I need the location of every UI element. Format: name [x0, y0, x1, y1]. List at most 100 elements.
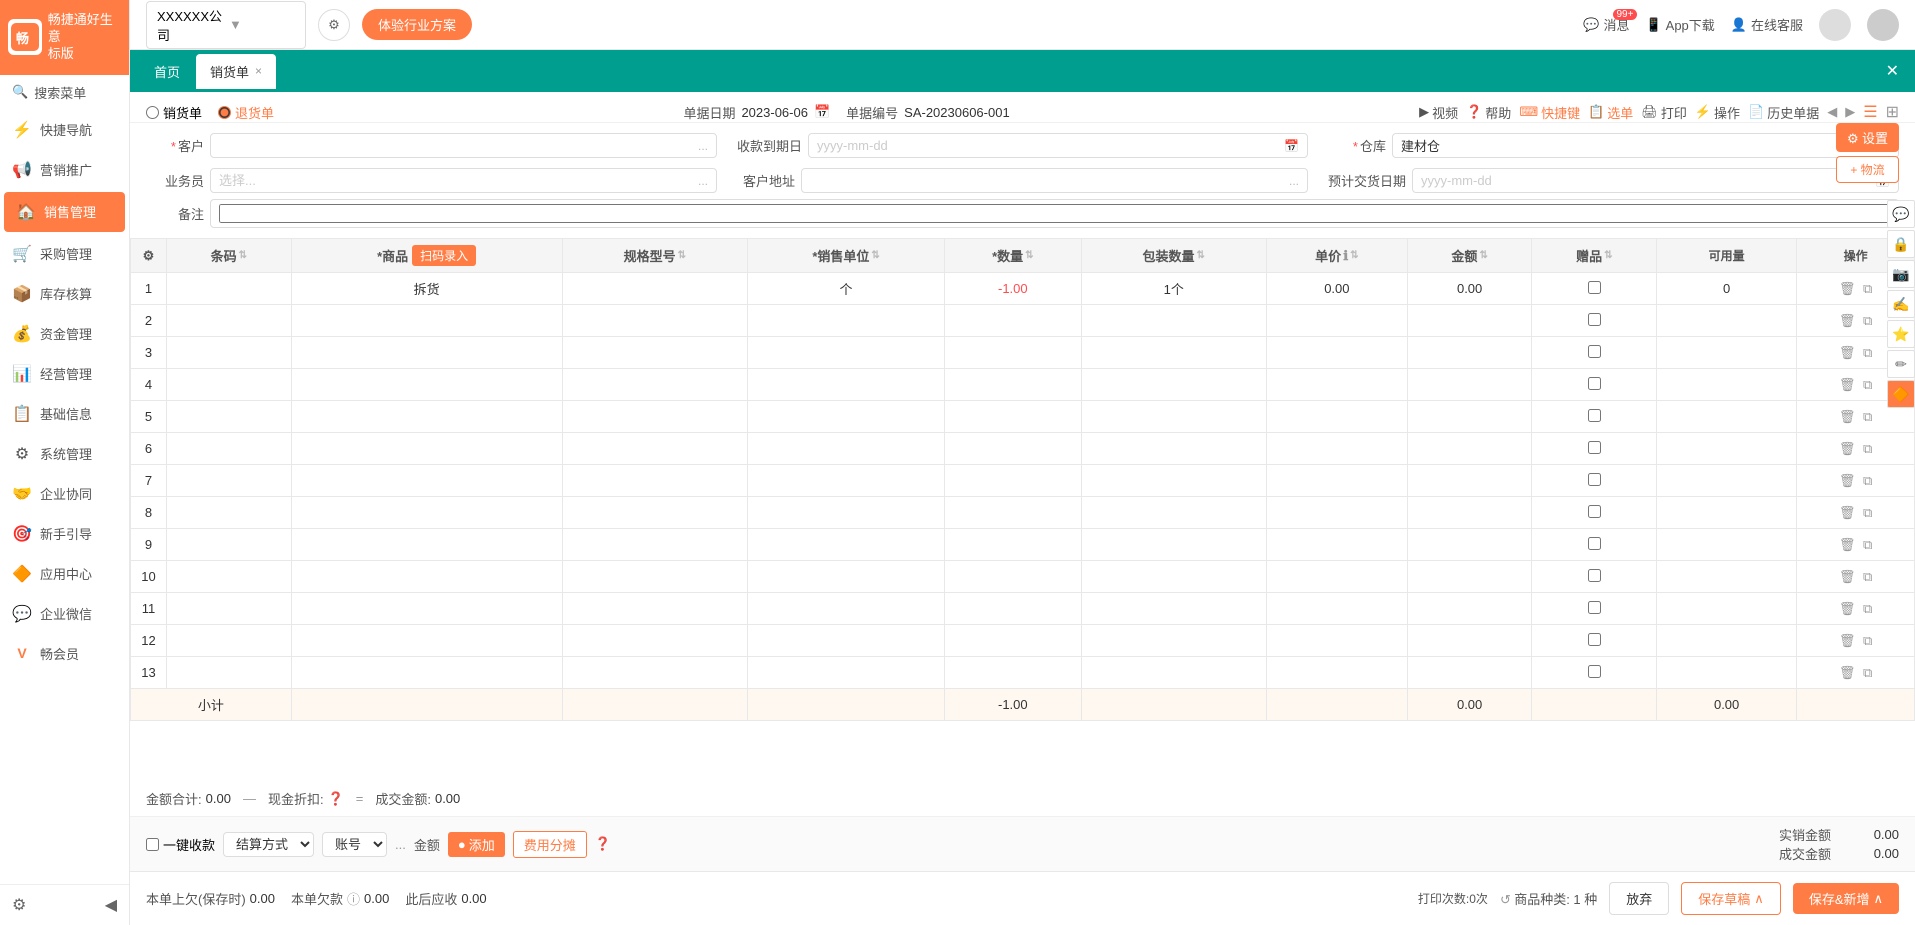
addr-ellipsis[interactable]: ... [1289, 174, 1299, 188]
row-spec[interactable] [562, 465, 747, 497]
fenyong-button[interactable]: 费用分摊 [513, 831, 587, 858]
sidebar-item-system[interactable]: ⚙ 系统管理 [0, 434, 129, 474]
sidebar-item-sales[interactable]: 🏠 销售管理 [4, 192, 125, 232]
row-qty[interactable] [945, 433, 1081, 465]
float-chat-btn[interactable]: 💬 [1887, 200, 1915, 228]
row-pkg-qty[interactable] [1081, 369, 1266, 401]
row-pkg-qty[interactable] [1081, 561, 1266, 593]
delete-icon[interactable]: 🗑 [1839, 345, 1856, 360]
abandon-button[interactable]: 放弃 [1609, 882, 1669, 915]
row-amount[interactable]: 0.00 [1407, 273, 1532, 305]
collapse-icon[interactable]: ◀ [105, 895, 117, 915]
delete-icon[interactable]: 🗑 [1839, 409, 1856, 424]
customer-input[interactable] [219, 138, 698, 153]
customer-input-wrap[interactable]: ... [210, 133, 717, 158]
copy-icon[interactable]: ⧉ [1863, 441, 1872, 456]
row-pkg-qty[interactable] [1081, 433, 1266, 465]
save-draft-button[interactable]: 保存草稿 ∧ [1681, 882, 1781, 915]
select-action[interactable]: 📋 选单 [1588, 103, 1633, 122]
copy-icon[interactable]: ⧉ [1863, 665, 1872, 680]
row-product[interactable] [291, 625, 562, 657]
row-product[interactable] [291, 529, 562, 561]
row-spec[interactable] [562, 529, 747, 561]
row-barcode[interactable] [167, 433, 292, 465]
row-gift[interactable] [1532, 401, 1657, 433]
sidebar-item-purchase[interactable]: 🛒 采购管理 [0, 234, 129, 274]
row-barcode[interactable] [167, 657, 292, 689]
row-unit-price[interactable] [1266, 369, 1407, 401]
row-gift[interactable] [1532, 369, 1657, 401]
row-pkg-qty[interactable]: 1个 [1081, 273, 1266, 305]
row-gift[interactable] [1532, 433, 1657, 465]
list-view-icon[interactable]: ☰ [1863, 102, 1877, 122]
shortcut-action[interactable]: ⌨ 快捷键 [1519, 103, 1580, 122]
row-qty[interactable] [945, 305, 1081, 337]
sidebar-item-inventory[interactable]: 📦 库存核算 [0, 274, 129, 314]
row-unit[interactable] [747, 561, 944, 593]
copy-icon[interactable]: ⧉ [1863, 345, 1872, 360]
row-product[interactable] [291, 561, 562, 593]
row-pkg-qty[interactable] [1081, 401, 1266, 433]
row-spec[interactable] [562, 305, 747, 337]
delete-icon[interactable]: 🗑 [1839, 377, 1856, 392]
row-spec[interactable] [562, 433, 747, 465]
row-unit-price[interactable] [1266, 305, 1407, 337]
avatar2[interactable] [1867, 9, 1899, 41]
help-action[interactable]: ❓ 帮助 [1466, 103, 1511, 122]
row-amount[interactable] [1407, 305, 1532, 337]
row-qty[interactable] [945, 369, 1081, 401]
row-qty[interactable] [945, 465, 1081, 497]
row-unit[interactable] [747, 401, 944, 433]
delete-icon[interactable]: 🗑 [1839, 473, 1856, 488]
row-amount[interactable] [1407, 465, 1532, 497]
row-spec[interactable] [562, 273, 747, 305]
row-gift[interactable] [1532, 465, 1657, 497]
row-spec[interactable] [562, 561, 747, 593]
row-barcode[interactable] [167, 273, 292, 305]
row-product[interactable] [291, 433, 562, 465]
reload-icon[interactable]: ↺ [1500, 892, 1511, 907]
row-barcode[interactable] [167, 625, 292, 657]
row-unit[interactable] [747, 497, 944, 529]
sidebar-search-item[interactable]: 🔍 搜索菜单 [0, 75, 129, 110]
float-orange-btn[interactable]: 🔶 [1887, 380, 1915, 408]
row-unit-price[interactable] [1266, 561, 1407, 593]
copy-icon[interactable]: ⧉ [1863, 537, 1872, 552]
calendar-icon[interactable]: 📅 [1284, 139, 1299, 153]
th-gear[interactable]: ⚙ [131, 239, 167, 273]
row-gift[interactable] [1532, 593, 1657, 625]
row-barcode[interactable] [167, 305, 292, 337]
row-product[interactable] [291, 305, 562, 337]
row-gift[interactable] [1532, 561, 1657, 593]
row-barcode[interactable] [167, 497, 292, 529]
warehouse-input-wrap[interactable]: ... [1392, 133, 1899, 158]
row-barcode[interactable] [167, 561, 292, 593]
settings-button[interactable]: ⚙ [318, 9, 350, 41]
due-date-input-wrap[interactable]: 📅 [808, 133, 1308, 158]
row-unit[interactable] [747, 433, 944, 465]
sidebar-item-basics[interactable]: 📋 基础信息 [0, 394, 129, 434]
add-button[interactable]: ● 添加 [448, 832, 505, 857]
row-qty[interactable] [945, 529, 1081, 561]
copy-icon[interactable]: ⧉ [1863, 633, 1872, 648]
row-amount[interactable] [1407, 625, 1532, 657]
row-qty[interactable] [945, 625, 1081, 657]
calendar-icon[interactable]: 📅 [814, 104, 830, 120]
scan-btn[interactable]: 扫码录入 [412, 245, 476, 266]
customer-ellipsis[interactable]: ... [698, 139, 708, 153]
row-amount[interactable] [1407, 497, 1532, 529]
fenyong-help-icon[interactable]: ❓ [595, 836, 611, 852]
row-unit[interactable] [747, 625, 944, 657]
sidebar-item-finance[interactable]: 💰 资金管理 [0, 314, 129, 354]
copy-icon[interactable]: ⧉ [1863, 409, 1872, 424]
customer-addr-input-wrap[interactable]: ... [801, 168, 1308, 193]
account-ellipsis[interactable]: ... [395, 837, 406, 852]
one-click-pay-checkbox[interactable]: 一键收款 [146, 835, 215, 854]
row-pkg-qty[interactable] [1081, 657, 1266, 689]
sidebar-item-wechat[interactable]: 💬 企业微信 [0, 594, 129, 634]
copy-icon[interactable]: ⧉ [1863, 281, 1872, 296]
settings-side-btn[interactable]: ⚙ 设置 [1836, 123, 1899, 152]
message-item[interactable]: 💬 消息 99+ [1583, 15, 1629, 34]
row-product[interactable] [291, 337, 562, 369]
row-qty[interactable] [945, 657, 1081, 689]
